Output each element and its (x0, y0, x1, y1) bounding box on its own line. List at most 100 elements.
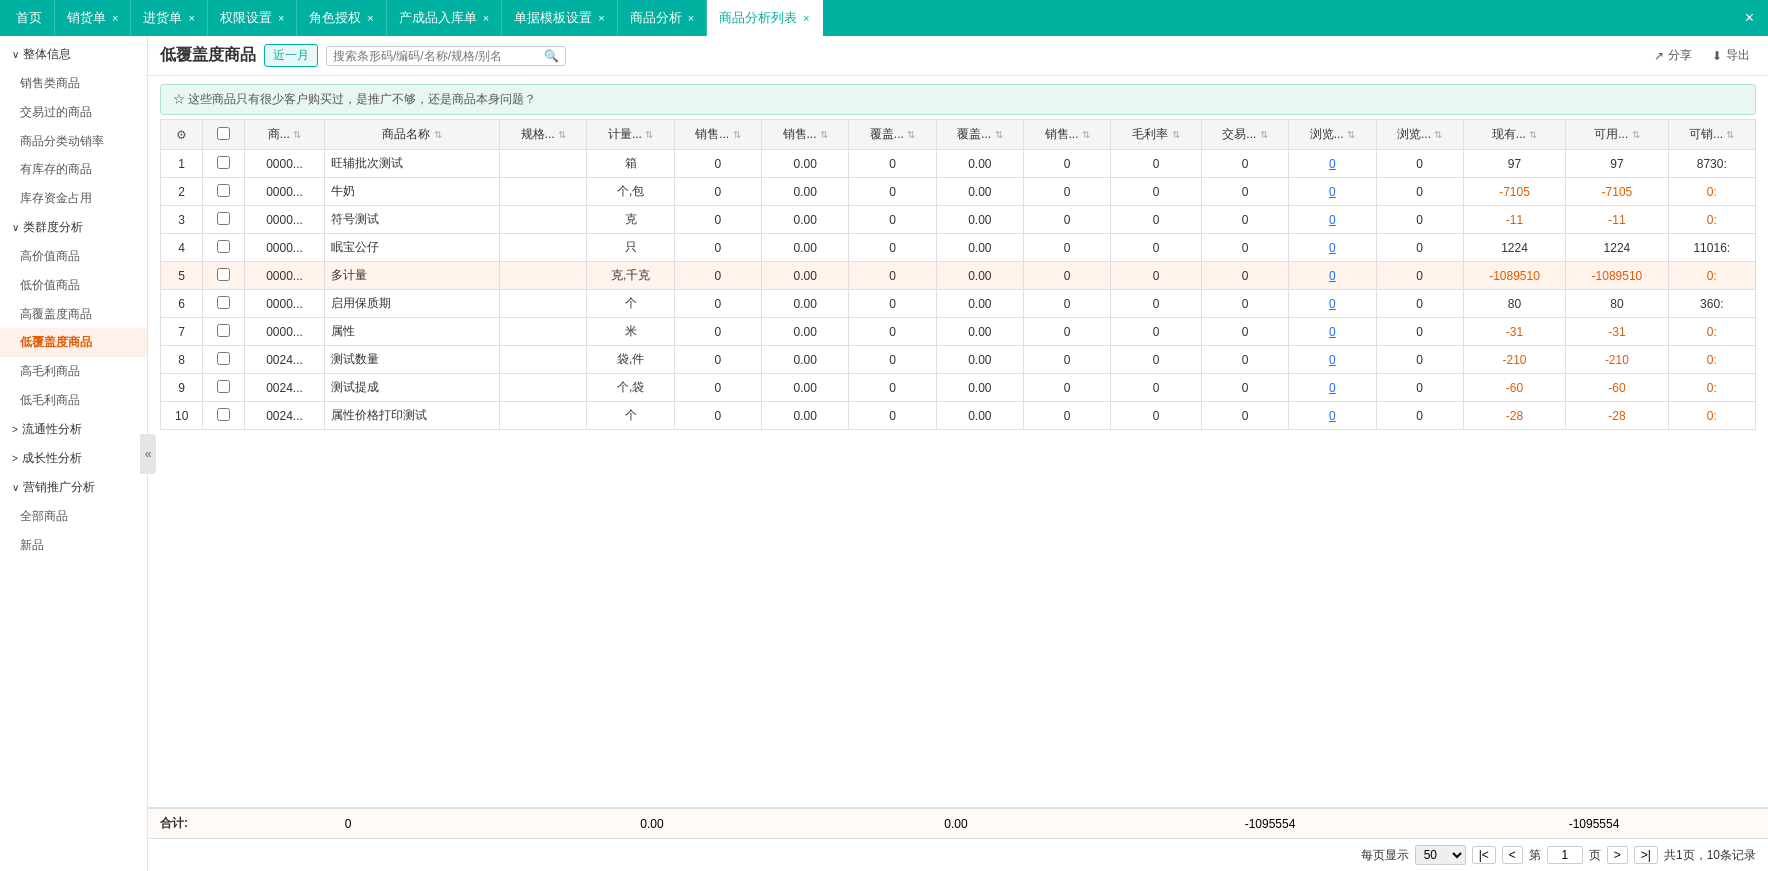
sidebar-item-low-margin[interactable]: 低毛利商品 (0, 386, 147, 415)
settings-icon[interactable]: ⚙ (176, 128, 187, 142)
sidebar-item-sales-goods[interactable]: 销售类商品 (0, 69, 147, 98)
first-page-button[interactable]: |< (1472, 846, 1496, 864)
column-name[interactable]: 商品名称 ⇅ (324, 120, 499, 150)
column-current-stock[interactable]: 现有... ⇅ (1463, 120, 1565, 150)
row-select-checkbox[interactable] (217, 380, 230, 393)
row-select-checkbox[interactable] (217, 352, 230, 365)
column-code[interactable]: 商... ⇅ (245, 120, 325, 150)
sidebar-section-marketing[interactable]: ∨ 营销推广分析 (0, 473, 147, 502)
sidebar-item-high-coverage[interactable]: 高覆盖度商品 (0, 300, 147, 329)
row-browse1[interactable]: 0 (1289, 178, 1376, 206)
row-checkbox[interactable] (203, 262, 245, 290)
row-select-checkbox[interactable] (217, 324, 230, 337)
prev-page-button[interactable]: < (1502, 846, 1523, 864)
row-select-checkbox[interactable] (217, 156, 230, 169)
row-checkbox[interactable] (203, 374, 245, 402)
row-select-checkbox[interactable] (217, 296, 230, 309)
row-browse1[interactable]: 0 (1289, 374, 1376, 402)
row-checkbox[interactable] (203, 150, 245, 178)
row-browse1[interactable]: 0 (1289, 150, 1376, 178)
nav-tab-analysis-list[interactable]: 商品分析列表 × (707, 0, 822, 36)
select-all-checkbox[interactable] (217, 127, 230, 140)
row-browse1[interactable]: 0 (1289, 262, 1376, 290)
sidebar-section-group-analysis[interactable]: ∨ 类群度分析 (0, 213, 147, 242)
row-sales3: 0 (1024, 150, 1111, 178)
share-button[interactable]: ↗ 分享 (1648, 45, 1698, 66)
column-sales3[interactable]: 销售... ⇅ (1024, 120, 1111, 150)
row-browse1[interactable]: 0 (1289, 318, 1376, 346)
row-checkbox[interactable] (203, 346, 245, 374)
column-gross-margin[interactable]: 毛利率 ⇅ (1111, 120, 1202, 150)
close-icon[interactable]: × (598, 12, 604, 24)
sidebar-item-high-value[interactable]: 高价值商品 (0, 242, 147, 271)
column-unit[interactable]: 计量... ⇅ (587, 120, 674, 150)
row-browse1[interactable]: 0 (1289, 234, 1376, 262)
column-sellable[interactable]: 可销... ⇅ (1668, 120, 1755, 150)
column-available[interactable]: 可用... ⇅ (1566, 120, 1668, 150)
sidebar-item-all-goods[interactable]: 全部商品 (0, 502, 147, 531)
row-checkbox[interactable] (203, 290, 245, 318)
column-sales-amt[interactable]: 销售... ⇅ (762, 120, 849, 150)
close-icon[interactable]: × (367, 12, 373, 24)
row-browse1[interactable]: 0 (1289, 402, 1376, 430)
row-unit: 克,千克 (587, 262, 674, 290)
close-icon[interactable]: × (188, 12, 194, 24)
sidebar-item-traded-goods[interactable]: 交易过的商品 (0, 98, 147, 127)
time-filter-button[interactable]: 近一月 (264, 44, 318, 67)
row-select-checkbox[interactable] (217, 212, 230, 225)
row-select-checkbox[interactable] (217, 184, 230, 197)
last-page-button[interactable]: >| (1634, 846, 1658, 864)
sidebar-item-low-value[interactable]: 低价值商品 (0, 271, 147, 300)
row-select-checkbox[interactable] (217, 408, 230, 421)
close-all-button[interactable]: × (1735, 9, 1764, 27)
sidebar-item-new-goods[interactable]: 新品 (0, 531, 147, 560)
row-checkbox[interactable] (203, 178, 245, 206)
nav-tab-analysis[interactable]: 商品分析 × (618, 0, 707, 36)
nav-tab-template[interactable]: 单据模板设置 × (502, 0, 617, 36)
column-settings[interactable]: ⚙ (161, 120, 203, 150)
column-sales-qty[interactable]: 销售... ⇅ (674, 120, 761, 150)
sidebar-collapse-button[interactable]: « (140, 434, 156, 474)
close-icon[interactable]: × (803, 12, 809, 24)
row-select-checkbox[interactable] (217, 240, 230, 253)
row-checkbox[interactable] (203, 318, 245, 346)
column-browse1[interactable]: 浏览... ⇅ (1289, 120, 1376, 150)
sidebar-item-low-coverage[interactable]: 低覆盖度商品 (0, 328, 147, 357)
next-page-button[interactable]: > (1607, 846, 1628, 864)
table-row: 4 0000... 眠宝公仔 只 0 0.00 0 0.00 0 0 0 0 0… (161, 234, 1756, 262)
current-page-input[interactable] (1547, 846, 1583, 864)
nav-tab-warehouse[interactable]: 产成品入库单 × (387, 0, 502, 36)
sidebar-item-high-margin[interactable]: 高毛利商品 (0, 357, 147, 386)
nav-tab-home[interactable]: 首页 (4, 0, 55, 36)
sidebar-section-overview[interactable]: ∨ 整体信息 (0, 40, 147, 69)
row-browse1[interactable]: 0 (1289, 206, 1376, 234)
sidebar-item-capital[interactable]: 库存资金占用 (0, 184, 147, 213)
export-button[interactable]: ⬇ 导出 (1706, 45, 1756, 66)
column-browse2[interactable]: 浏览... ⇅ (1376, 120, 1463, 150)
search-input[interactable] (333, 49, 540, 63)
row-checkbox[interactable] (203, 234, 245, 262)
close-icon[interactable]: × (112, 12, 118, 24)
row-checkbox[interactable] (203, 206, 245, 234)
sidebar-section-liquidity[interactable]: > 流通性分析 (0, 415, 147, 444)
row-checkbox[interactable] (203, 402, 245, 430)
column-checkbox[interactable] (203, 120, 245, 150)
column-cov2[interactable]: 覆盖... ⇅ (936, 120, 1023, 150)
row-browse1[interactable]: 0 (1289, 290, 1376, 318)
sidebar-item-category-rate[interactable]: 商品分类动销率 (0, 127, 147, 156)
nav-tab-role[interactable]: 角色授权 × (297, 0, 386, 36)
close-icon[interactable]: × (483, 12, 489, 24)
sidebar-section-growth[interactable]: > 成长性分析 (0, 444, 147, 473)
per-page-select[interactable]: 50 20 100 (1415, 845, 1466, 865)
sidebar-item-stock-goods[interactable]: 有库存的商品 (0, 155, 147, 184)
nav-tab-permissions[interactable]: 权限设置 × (208, 0, 297, 36)
column-cov1[interactable]: 覆盖... ⇅ (849, 120, 936, 150)
column-trans[interactable]: 交易... ⇅ (1201, 120, 1288, 150)
nav-tab-purchase[interactable]: 进货单 × (131, 0, 207, 36)
row-select-checkbox[interactable] (217, 268, 230, 281)
close-icon[interactable]: × (278, 12, 284, 24)
row-browse1[interactable]: 0 (1289, 346, 1376, 374)
nav-tab-sales[interactable]: 销货单 × (55, 0, 131, 36)
column-spec[interactable]: 规格... ⇅ (500, 120, 587, 150)
close-icon[interactable]: × (688, 12, 694, 24)
